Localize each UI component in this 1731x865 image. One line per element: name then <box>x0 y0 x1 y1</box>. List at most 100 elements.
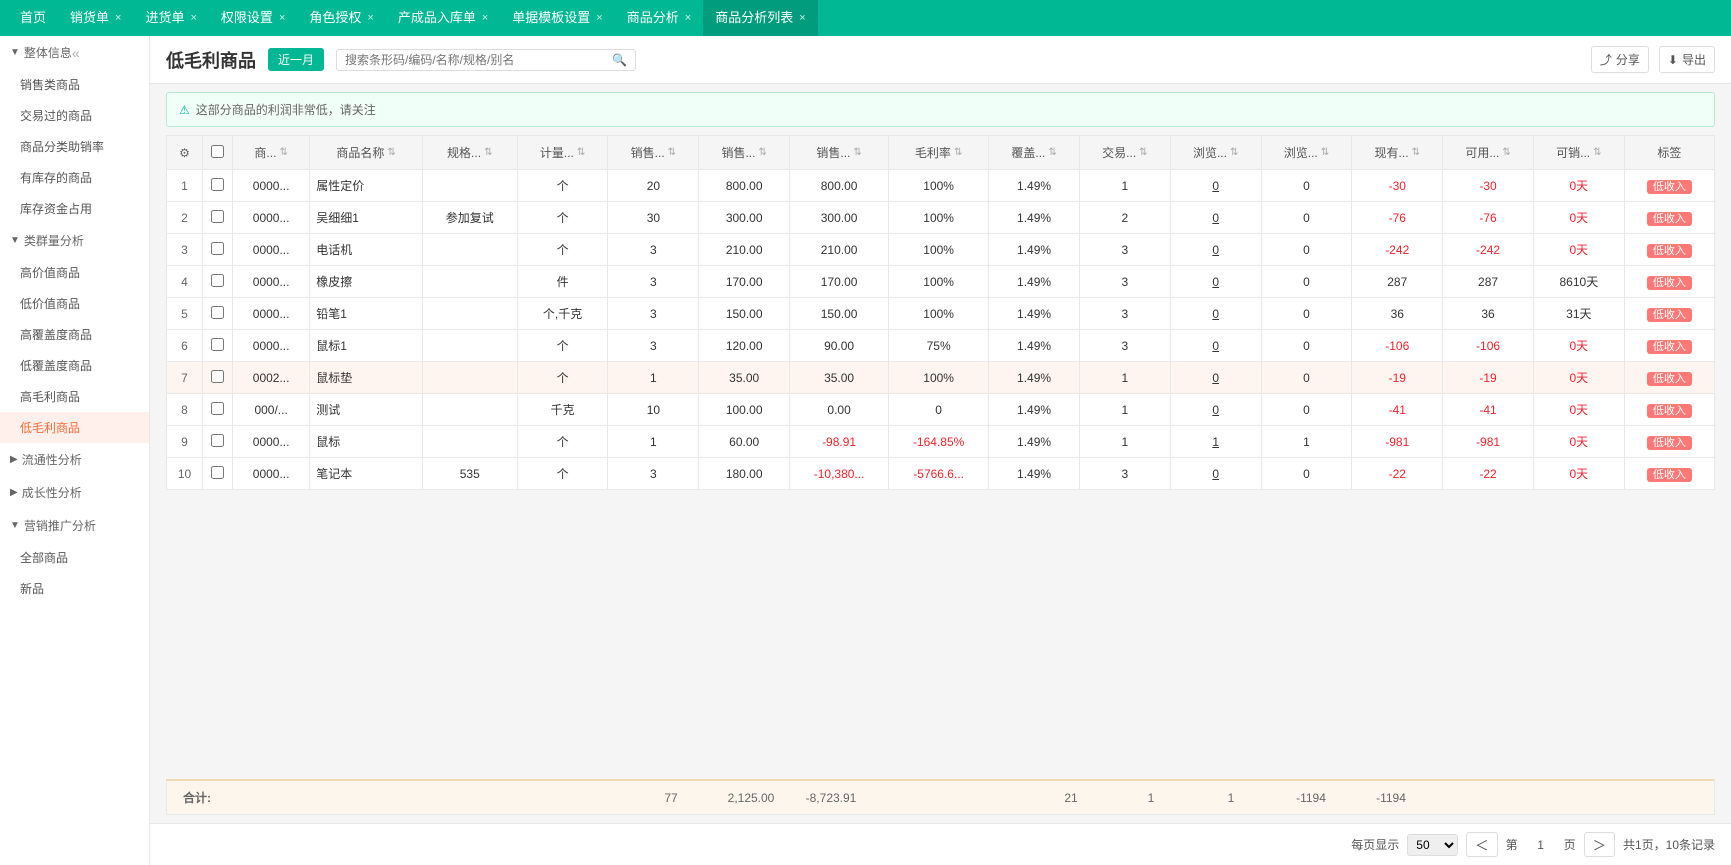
footer-sales-amount: -8,723.91 <box>791 791 871 805</box>
sort-current-icon[interactable]: ⇅ <box>1412 147 1420 158</box>
cell-view1[interactable]: 1 <box>1170 426 1261 458</box>
page-size-select[interactable]: 50 100 200 <box>1407 834 1458 856</box>
search-input[interactable] <box>345 53 612 67</box>
nav-product-analysis[interactable]: 商品分析 × <box>615 0 703 36</box>
row-checkbox[interactable] <box>211 466 224 479</box>
cell-checkbox[interactable] <box>203 266 233 298</box>
cell-view1[interactable]: 0 <box>1170 298 1261 330</box>
sidebar-group-flow[interactable]: ▶ 流通性分析 <box>0 443 149 476</box>
cell-current-stock: -30 <box>1352 170 1443 202</box>
sidebar-item-high-margin[interactable]: 高毛利商品 <box>0 381 149 412</box>
row-checkbox[interactable] <box>211 370 224 383</box>
content-header: 低毛利商品 近一月 🔍 ⤴ 分享 ⬇ 导出 <box>150 36 1731 84</box>
tag-badge: 低收入 <box>1647 180 1692 194</box>
cell-view1[interactable]: 0 <box>1170 458 1261 490</box>
sidebar-item-category-sales-rate[interactable]: 商品分类助销率 <box>0 131 149 162</box>
sidebar-group-overall[interactable]: ▼ 整体信息 « <box>0 36 149 69</box>
cell-name: 橡皮擦 <box>310 266 423 298</box>
sidebar-item-traded-products[interactable]: 交易过的商品 <box>0 100 149 131</box>
cell-view1[interactable]: 0 <box>1170 170 1261 202</box>
cell-checkbox[interactable] <box>203 426 233 458</box>
share-button[interactable]: ⤴ 分享 <box>1591 46 1649 73</box>
nav-close-purchase-order[interactable]: × <box>190 0 196 36</box>
nav-home[interactable]: 首页 <box>8 0 58 36</box>
nav-close-product-analysis[interactable]: × <box>685 0 691 36</box>
sort-unit-icon[interactable]: ⇅ <box>577 147 585 158</box>
sidebar-item-new-products[interactable]: 新品 <box>0 573 149 604</box>
cell-checkbox[interactable] <box>203 298 233 330</box>
cell-gross-margin: 100% <box>889 298 989 330</box>
row-checkbox[interactable] <box>211 338 224 351</box>
select-all-checkbox[interactable] <box>211 145 224 158</box>
sort-view1-icon[interactable]: ⇅ <box>1230 147 1238 158</box>
nav-sales-order[interactable]: 销货单 × <box>58 0 133 36</box>
cell-view1[interactable]: 0 <box>1170 362 1261 394</box>
sidebar-item-in-stock[interactable]: 有库存的商品 <box>0 162 149 193</box>
sidebar-item-low-value[interactable]: 低价值商品 <box>0 288 149 319</box>
search-icon[interactable]: 🔍 <box>612 53 627 67</box>
sidebar-item-stock-capital[interactable]: 库存资金占用 <box>0 193 149 224</box>
sort-transaction-icon[interactable]: ⇅ <box>1139 147 1147 158</box>
settings-icon[interactable]: ⚙ <box>179 146 190 160</box>
export-button[interactable]: ⬇ 导出 <box>1659 46 1715 73</box>
sidebar-collapse-btn[interactable]: « <box>72 45 80 61</box>
cell-checkbox[interactable] <box>203 394 233 426</box>
sort-code-icon[interactable]: ⇅ <box>279 147 287 158</box>
row-checkbox[interactable] <box>211 274 224 287</box>
row-checkbox[interactable] <box>211 306 224 319</box>
cell-checkbox[interactable] <box>203 234 233 266</box>
cell-transaction: 3 <box>1079 234 1170 266</box>
row-checkbox[interactable] <box>211 178 224 191</box>
cell-view1[interactable]: 0 <box>1170 330 1261 362</box>
nav-close-permission[interactable]: × <box>279 0 285 36</box>
cell-view1[interactable]: 0 <box>1170 394 1261 426</box>
sort-coverage-icon[interactable]: ⇅ <box>1048 147 1056 158</box>
nav-purchase-order[interactable]: 进货单 × <box>133 0 208 36</box>
nav-close-product-inbound[interactable]: × <box>482 0 488 36</box>
nav-close-role-auth[interactable]: × <box>367 0 373 36</box>
sort-spec-icon[interactable]: ⇅ <box>484 147 492 158</box>
cell-view1[interactable]: 0 <box>1170 266 1261 298</box>
sort-name-icon[interactable]: ⇅ <box>387 147 395 158</box>
cell-checkbox[interactable] <box>203 362 233 394</box>
sort-amount-icon[interactable]: ⇅ <box>853 147 861 158</box>
cell-checkbox[interactable] <box>203 330 233 362</box>
nav-role-auth[interactable]: 角色授权 × <box>297 0 385 36</box>
row-checkbox[interactable] <box>211 210 224 223</box>
sidebar-item-low-margin[interactable]: 低毛利商品 <box>0 412 149 443</box>
sidebar-item-high-coverage[interactable]: 高覆盖度商品 <box>0 319 149 350</box>
cell-view1[interactable]: 0 <box>1170 234 1261 266</box>
nav-close-analysis-list[interactable]: × <box>799 0 805 36</box>
nav-product-inbound[interactable]: 产成品入库单 × <box>386 0 500 36</box>
filter-recent-month-btn[interactable]: 近一月 <box>268 48 324 71</box>
sort-saleable-icon[interactable]: ⇅ <box>1593 147 1601 158</box>
sort-qty-icon[interactable]: ⇅ <box>668 147 676 158</box>
nav-permission-settings[interactable]: 权限设置 × <box>209 0 297 36</box>
next-page-btn[interactable]: ＞ <box>1584 832 1615 857</box>
prev-page-btn[interactable]: ＜ <box>1466 832 1497 857</box>
row-checkbox[interactable] <box>211 402 224 415</box>
row-checkbox[interactable] <box>211 242 224 255</box>
sidebar-group-marketing[interactable]: ▼ 营销推广分析 <box>0 509 149 542</box>
sidebar-item-low-coverage[interactable]: 低覆盖度商品 <box>0 350 149 381</box>
cell-view1[interactable]: 0 <box>1170 202 1261 234</box>
sort-price-icon[interactable]: ⇅ <box>758 147 766 158</box>
sidebar-item-sales-products[interactable]: 销售类商品 <box>0 69 149 100</box>
sidebar-group-cluster[interactable]: ▼ 类群量分析 <box>0 224 149 257</box>
cell-checkbox[interactable] <box>203 170 233 202</box>
sidebar-item-high-value[interactable]: 高价值商品 <box>0 257 149 288</box>
cell-checkbox[interactable] <box>203 458 233 490</box>
nav-close-sales-order[interactable]: × <box>115 0 121 36</box>
nav-close-template[interactable]: × <box>596 0 602 36</box>
col-settings[interactable]: ⚙ <box>167 136 203 170</box>
sidebar-group-growth[interactable]: ▶ 成长性分析 <box>0 476 149 509</box>
cell-checkbox[interactable] <box>203 202 233 234</box>
sort-view2-icon[interactable]: ⇅ <box>1321 147 1329 158</box>
sort-available-icon[interactable]: ⇅ <box>1502 147 1510 158</box>
row-checkbox[interactable] <box>211 434 224 447</box>
sidebar-item-all-products[interactable]: 全部商品 <box>0 542 149 573</box>
nav-template-settings[interactable]: 单据模板设置 × <box>500 0 614 36</box>
nav-product-analysis-list[interactable]: 商品分析列表 × <box>703 0 817 36</box>
sort-margin-icon[interactable]: ⇅ <box>954 147 962 158</box>
horizontal-scrollbar[interactable] <box>166 815 1715 823</box>
